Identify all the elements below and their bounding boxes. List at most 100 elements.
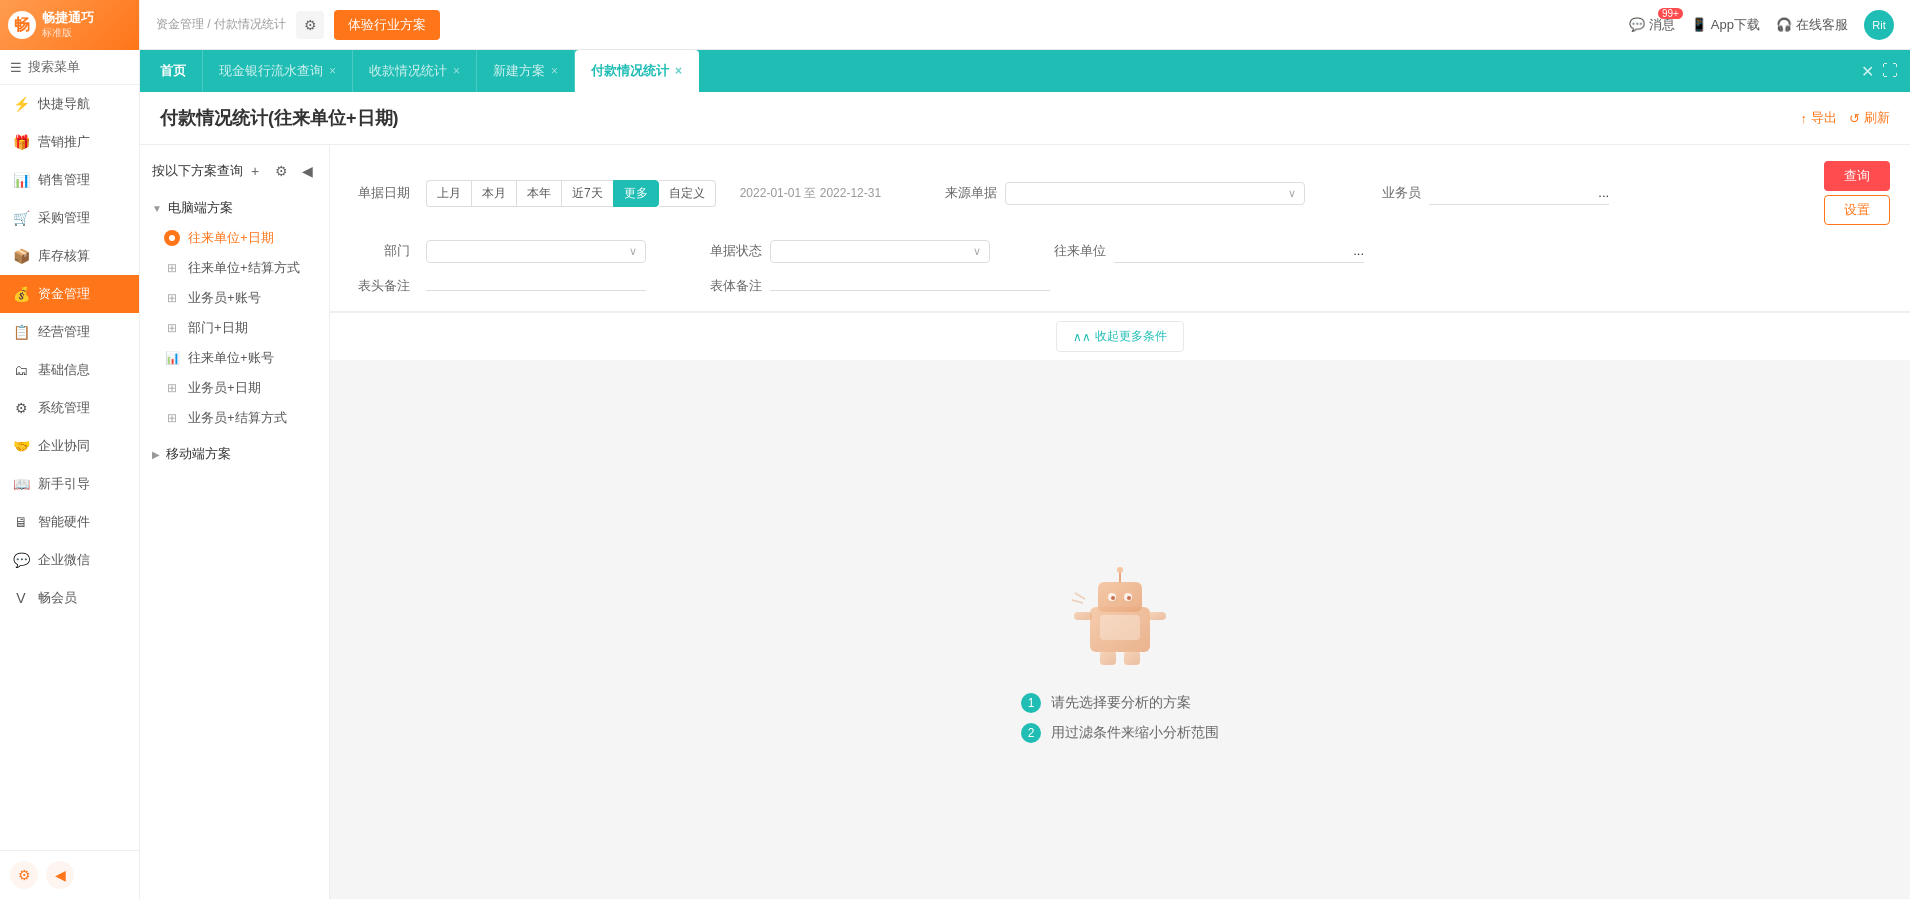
tab-home[interactable]: 首页 <box>144 50 203 92</box>
plan-dept-date[interactable]: ⊞ 部门+日期 <box>140 313 329 343</box>
filter-row-2: 部门 ∨ 单据状态 ∨ 往 <box>350 239 1890 263</box>
tab-receivable-close[interactable]: × <box>453 64 460 78</box>
tab-new-plan-close[interactable]: × <box>551 64 558 78</box>
date-btn-7days[interactable]: 近7天 <box>561 180 613 207</box>
wechat-icon: 💬 <box>12 551 30 569</box>
query-btn[interactable]: 查询 <box>1824 161 1890 191</box>
plan-unit-settle-label: 往来单位+结算方式 <box>188 259 300 277</box>
app-download-btn[interactable]: 📱 App下载 <box>1691 16 1760 34</box>
export-icon: ↑ <box>1801 111 1808 126</box>
tabs-close-all-btn[interactable]: ✕ <box>1861 62 1874 81</box>
tab-payment-stat-close[interactable]: × <box>675 64 682 78</box>
sidebar-item-wechat[interactable]: 💬企业微信 <box>0 541 139 579</box>
plan-settings-btn[interactable]: ⚙ <box>271 161 291 181</box>
empty-step-2: 2 用过滤条件来缩小分析范围 <box>1021 723 1219 743</box>
plan-unit-account[interactable]: 📊 往来单位+账号 <box>140 343 329 373</box>
refresh-btn[interactable]: ↺ 刷新 <box>1849 109 1890 127</box>
online-service-btn[interactable]: 🎧 在线客服 <box>1776 16 1848 34</box>
counterpart-input[interactable]: ... <box>1114 239 1364 263</box>
sidebar-item-basic[interactable]: 🗂基础信息 <box>0 351 139 389</box>
tab-bank-flow-close[interactable]: × <box>329 64 336 78</box>
inventory-label: 库存核算 <box>38 247 90 265</box>
sidebar-footer: ⚙ ◀ <box>0 850 139 899</box>
filter-row-3: 表头备注 表体备注 <box>350 277 1890 295</box>
doc-status-select[interactable]: ∨ <box>770 240 990 263</box>
sidebar-title: 畅捷通巧 <box>42 10 94 26</box>
date-btn-more[interactable]: 更多 <box>613 180 659 207</box>
sidebar-item-hardware[interactable]: 🖥智能硬件 <box>0 503 139 541</box>
collapse-chevron-icon: ∧∧ <box>1073 330 1091 344</box>
sidebar-item-quick-nav[interactable]: ⚡快捷导航 <box>0 85 139 123</box>
source-filter-group: 来源单据 ∨ <box>937 182 1305 205</box>
marketing-icon: 🎁 <box>12 133 30 151</box>
header-note-label: 表头备注 <box>350 277 410 295</box>
tab-new-plan[interactable]: 新建方案 × <box>477 50 575 92</box>
add-plan-btn[interactable]: + <box>245 161 265 181</box>
plan-salesman-settle[interactable]: ⊞ 业务员+结算方式 <box>140 403 329 433</box>
date-btn-custom[interactable]: 自定义 <box>659 180 716 207</box>
filter-settings-btn[interactable]: 设置 <box>1824 195 1890 225</box>
empty-state-area: 1 请先选择要分析的方案 2 用过滤条件来缩小分析范围 <box>330 360 1910 899</box>
message-btn[interactable]: 💬 消息 99+ <box>1629 16 1675 34</box>
date-filter-label: 单据日期 <box>350 184 410 202</box>
plan-salesman-account[interactable]: ⊞ 业务员+账号 <box>140 283 329 313</box>
desktop-section-header[interactable]: ▼ 电脑端方案 <box>140 193 329 223</box>
dept-select[interactable]: ∨ <box>426 240 646 263</box>
sidebar-item-inventory[interactable]: 📦库存核算 <box>0 237 139 275</box>
sidebar-item-guide[interactable]: 📖 新手引导 <box>0 465 139 503</box>
plan-salesman-account-label: 业务员+账号 <box>188 289 261 307</box>
svg-line-13 <box>1075 593 1085 599</box>
sidebar-item-marketing[interactable]: 🎁 营销推广 <box>0 123 139 161</box>
collab-icon: 🤝 <box>12 437 30 455</box>
sidebar-item-finance[interactable]: 💰资金管理 <box>0 275 139 313</box>
plan-salesman-date-label: 业务员+日期 <box>188 379 261 397</box>
body-note-input[interactable] <box>770 282 1050 291</box>
guide-label: 新手引导 <box>38 475 90 493</box>
date-btn-this-year[interactable]: 本年 <box>516 180 561 207</box>
sidebar-item-sales[interactable]: 📊销售管理 <box>0 161 139 199</box>
sidebar-item-collab[interactable]: 🤝企业协同 <box>0 427 139 465</box>
sidebar-item-operation[interactable]: 📋经营管理 <box>0 313 139 351</box>
sidebar-item-purchase[interactable]: 🛒采购管理 <box>0 199 139 237</box>
sidebar-item-vip[interactable]: V畅会员 <box>0 579 139 617</box>
content-area: 付款情况统计(往来单位+日期) ↑ 导出 ↺ 刷新 按以下方案查询 + <box>140 92 1910 899</box>
search-menu-item[interactable]: ☰ 搜索菜单 <box>0 50 139 85</box>
mobile-section-label: 移动端方案 <box>166 445 231 463</box>
source-select[interactable]: ∨ <box>1005 182 1305 205</box>
tab-payment-stat[interactable]: 付款情况统计 × <box>575 50 699 92</box>
date-btn-this-month[interactable]: 本月 <box>471 180 516 207</box>
sidebar-item-system[interactable]: ⚙系统管理 <box>0 389 139 427</box>
tab-receivable[interactable]: 收款情况统计 × <box>353 50 477 92</box>
basic-label: 基础信息 <box>38 361 90 379</box>
plan-salesman-date[interactable]: ⊞ 业务员+日期 <box>140 373 329 403</box>
plan-unit-date[interactable]: 往来单位+日期 <box>140 223 329 253</box>
collapse-more-btn[interactable]: ∧∧ 收起更多条件 <box>1056 321 1184 352</box>
trial-btn[interactable]: 体验行业方案 <box>334 10 440 40</box>
app-icon: 📱 <box>1691 17 1707 32</box>
settings-footer-icon[interactable]: ⚙ <box>10 861 38 889</box>
collapse-sidebar-icon[interactable]: ◀ <box>46 861 74 889</box>
date-btn-last-month[interactable]: 上月 <box>426 180 471 207</box>
svg-rect-10 <box>1100 615 1140 640</box>
tab-home-label: 首页 <box>160 62 186 80</box>
user-avatar[interactable]: Rit <box>1864 10 1894 40</box>
collapse-panel-btn[interactable]: ◀ <box>297 161 317 181</box>
salesperson-filter-group: 业务员 ... <box>1361 181 1609 205</box>
plan-unit-settle[interactable]: ⊞ 往来单位+结算方式 <box>140 253 329 283</box>
topbar-settings-btn[interactable]: ⚙ <box>296 11 324 39</box>
tab-payment-stat-label: 付款情况统计 <box>591 62 669 80</box>
page-header: 付款情况统计(往来单位+日期) ↑ 导出 ↺ 刷新 <box>140 92 1910 145</box>
salesperson-input[interactable]: ... <box>1429 181 1609 205</box>
svg-rect-8 <box>1074 612 1092 620</box>
export-btn[interactable]: ↑ 导出 <box>1801 109 1838 127</box>
header-note-input[interactable] <box>426 282 646 291</box>
operation-icon: 📋 <box>12 323 30 341</box>
tab-bank-flow[interactable]: 现金银行流水查询 × <box>203 50 353 92</box>
tabs-expand-btn[interactable]: ⛶ <box>1882 62 1898 80</box>
filter-row-1: 单据日期 上月 本月 本年 近7天 更多 自定义 2022-01-01 至 20… <box>350 161 1890 225</box>
mobile-section: ▶ 移动端方案 <box>140 439 329 469</box>
guide-icon: 📖 <box>12 475 30 493</box>
step-2-text: 用过滤条件来缩小分析范围 <box>1051 724 1219 742</box>
marketing-label: 营销推广 <box>38 133 90 151</box>
mobile-section-header[interactable]: ▶ 移动端方案 <box>140 439 329 469</box>
